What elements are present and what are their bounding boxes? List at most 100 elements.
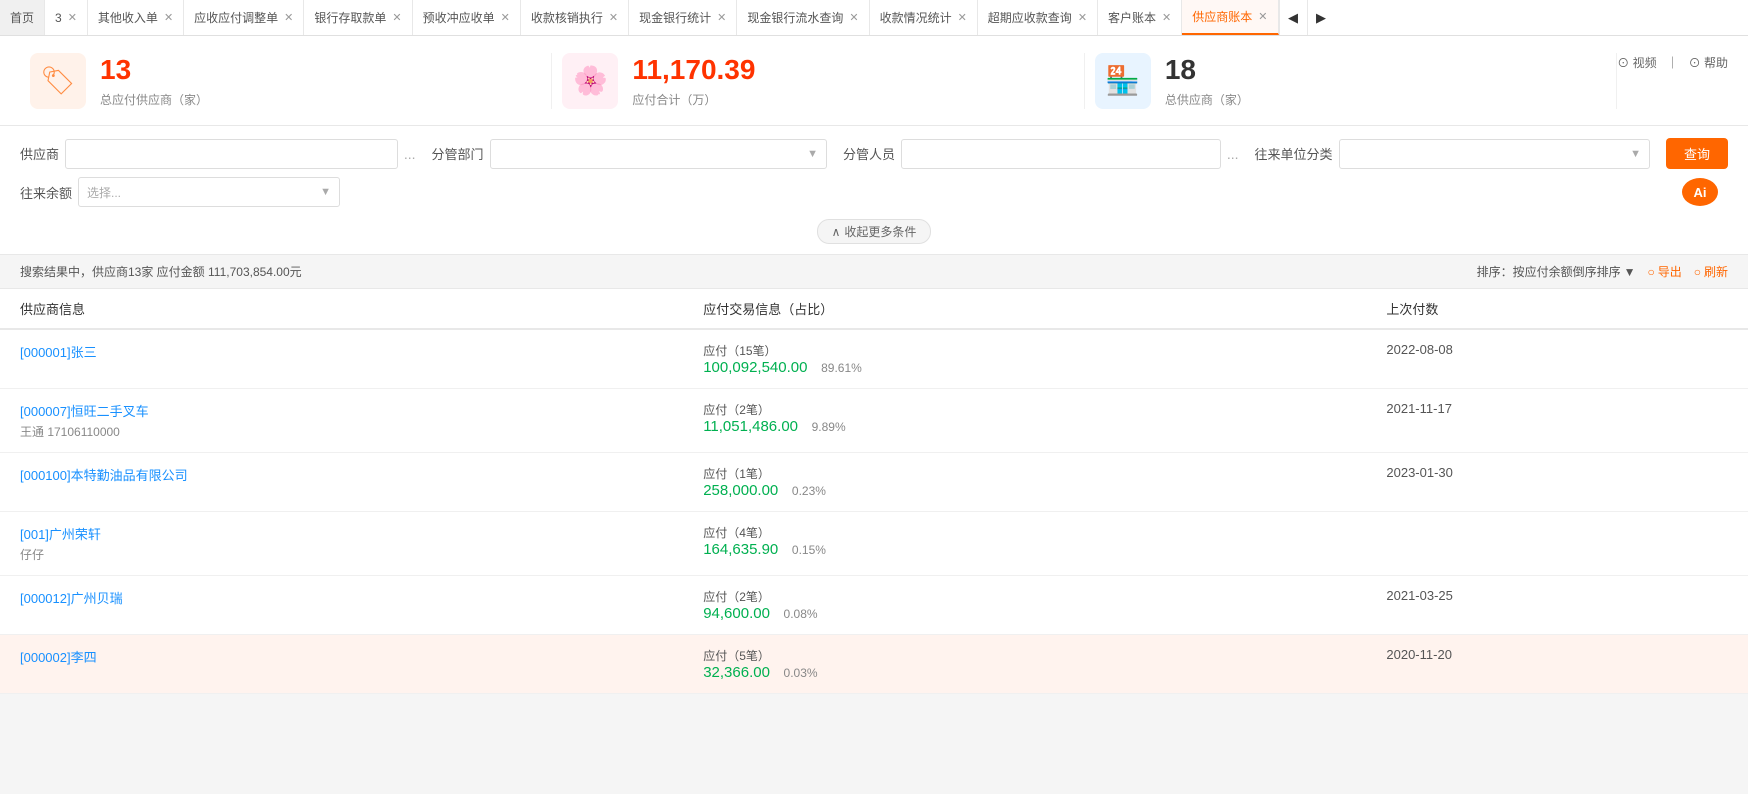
tx-pct: 0.03%	[784, 666, 818, 680]
filter-row-1: 供应商 ... 分管部门 ▼ 分管人员 ... 往来单位分类 ▼ 查询	[20, 138, 1728, 169]
filter-area: 供应商 ... 分管部门 ▼ 分管人员 ... 往来单位分类 ▼ 查询 往来余额	[0, 126, 1748, 255]
nav-tab-cash-flow[interactable]: 现金银行流水查询 ✕	[737, 0, 869, 35]
nav-tab-advance-close[interactable]: ✕	[501, 11, 510, 24]
balance-placeholder: 选择...	[87, 184, 121, 201]
nav-tab-supplier-ledger[interactable]: 供应商账本 ✕	[1182, 0, 1278, 35]
nav-tab-ar-adjust-label: 应收应付调整单	[194, 9, 278, 26]
nav-tab-cash-bank-stat[interactable]: 现金银行统计 ✕	[629, 0, 737, 35]
filter-balance: 往来余额 选择... ▼	[20, 177, 340, 207]
table-row: [000001]张三 应付（15笔） 100,092,540.00 89.61%…	[0, 330, 1748, 389]
supplier-link[interactable]: [000100]本特勤油品有限公司	[20, 468, 188, 483]
nav-tab-ar-adjust[interactable]: 应收应付调整单 ✕	[184, 0, 304, 35]
supplier-name-cell: [000007]恒旺二手叉车 王通 17106110000	[20, 401, 703, 440]
nav-tab-cash-flow-close[interactable]: ✕	[849, 11, 858, 24]
nav-tab-other-income[interactable]: 其他收入单 ✕	[88, 0, 184, 35]
help-link[interactable]: ⊙ 帮助	[1689, 54, 1728, 71]
table-row: [000100]本特勤油品有限公司 应付（1笔） 258,000.00 0.23…	[0, 453, 1748, 512]
nav-tab-cash-bank-stat-label: 现金银行统计	[639, 9, 711, 26]
nav-tab-supplier-ledger-close[interactable]: ✕	[1258, 10, 1267, 23]
supplier-link[interactable]: [001]广州荣轩	[20, 527, 101, 542]
person-input[interactable]	[901, 139, 1221, 169]
sort-button[interactable]: 排序：按应付余额倒序排序 ▼	[1477, 263, 1636, 280]
supplier-link[interactable]: [000002]李四	[20, 650, 97, 665]
tx-info-cell: 应付（15笔） 100,092,540.00 89.61%	[703, 342, 1386, 376]
tx-pct: 0.15%	[792, 543, 826, 557]
refresh-button[interactable]: ○ 刷新	[1694, 263, 1728, 280]
supplier-input[interactable]	[65, 139, 398, 169]
tx-amount[interactable]: 11,051,486.00	[703, 418, 798, 435]
nav-tab-customer-ledger-close[interactable]: ✕	[1162, 11, 1171, 24]
supplier-label: 供应商	[20, 144, 59, 163]
sort-label: 排序：按应付余额倒序排序	[1477, 263, 1621, 280]
refresh-label: 刷新	[1704, 263, 1728, 280]
nav-tab-3[interactable]: 3 ✕	[45, 0, 88, 35]
tx-title: 应付（1笔）	[703, 465, 1386, 482]
collapse-label: 收起更多条件	[844, 223, 916, 240]
table-area: 供应商信息 应付交易信息（占比） 上次付数 [000001]张三 应付（15笔）…	[0, 289, 1748, 694]
video-link[interactable]: ⊙ 视频	[1617, 54, 1656, 71]
person-dots[interactable]: ...	[1227, 146, 1239, 162]
nav-next-arrow[interactable]: ▶	[1307, 0, 1335, 36]
balance-select-arrow: ▼	[320, 186, 331, 198]
collapse-bar: ∧ 收起更多条件	[20, 215, 1728, 246]
nav-tab-ar-adjust-close[interactable]: ✕	[284, 11, 293, 24]
tx-amount[interactable]: 32,366.00	[703, 664, 770, 681]
supplier-dots[interactable]: ...	[404, 146, 416, 162]
summary-card-total-suppliers: 🏪 18 总供应商（家）	[1085, 53, 1617, 109]
nav-tab-3-close[interactable]: ✕	[68, 11, 77, 24]
nav-tab-bank-deposit-label: 银行存取款单	[314, 9, 386, 26]
filter-person: 分管人员 ...	[843, 139, 1239, 169]
supplier-name-cell: [000001]张三	[20, 342, 703, 361]
nav-tab-3-label: 3	[55, 11, 62, 25]
col-header-supplier: 供应商信息	[20, 299, 703, 318]
last-pay-cell: 2021-11-17	[1386, 401, 1728, 416]
nav-tab-other-income-close[interactable]: ✕	[164, 11, 173, 24]
last-pay-cell: 2020-11-20	[1386, 647, 1728, 662]
nav-tab-customer-ledger[interactable]: 客户账本 ✕	[1098, 0, 1182, 35]
tx-amount[interactable]: 258,000.00	[703, 482, 778, 499]
payable-suppliers-content: 13 总应付供应商（家）	[100, 53, 208, 108]
total-suppliers-num: 18	[1165, 53, 1249, 87]
payable-total-content: 11,170.39 应付合计（万）	[632, 53, 755, 108]
last-pay-cell: 2021-03-25	[1386, 588, 1728, 603]
nav-tab-supplier-ledger-label: 供应商账本	[1192, 8, 1252, 25]
collapse-icon: ∧	[832, 225, 841, 239]
supplier-link[interactable]: [000007]恒旺二手叉车	[20, 404, 149, 419]
nav-tab-verify[interactable]: 收款核销执行 ✕	[521, 0, 629, 35]
supplier-sub: 仔仔	[20, 546, 703, 563]
person-label: 分管人员	[843, 144, 895, 163]
tx-info-cell: 应付（4笔） 164,635.90 0.15%	[703, 524, 1386, 558]
nav-tab-overdue-close[interactable]: ✕	[1078, 11, 1087, 24]
balance-select[interactable]: 选择... ▼	[78, 177, 340, 207]
category-select[interactable]: ▼	[1339, 139, 1650, 169]
tx-amount[interactable]: 94,600.00	[703, 605, 770, 622]
supplier-link[interactable]: [000012]广州贝瑞	[20, 591, 123, 606]
tx-amount[interactable]: 164,635.90	[703, 541, 778, 558]
nav-tab-home[interactable]: 首页	[0, 0, 45, 35]
nav-tab-receipt-stat[interactable]: 收款情况统计 ✕	[870, 0, 978, 35]
supplier-name-cell: [000100]本特勤油品有限公司	[20, 465, 703, 484]
last-pay-cell: 2023-01-30	[1386, 465, 1728, 480]
nav-tab-bank-deposit-close[interactable]: ✕	[392, 11, 401, 24]
export-button[interactable]: ○ 导出	[1647, 263, 1681, 280]
nav-tab-verify-close[interactable]: ✕	[609, 11, 618, 24]
nav-tab-advance[interactable]: 预收冲应收单 ✕	[413, 0, 521, 35]
top-right-links: ⊙ 视频 ｜ ⊙ 帮助	[1617, 50, 1728, 71]
nav-tab-overdue[interactable]: 超期应收款查询 ✕	[978, 0, 1098, 35]
supplier-name-cell: [001]广州荣轩 仔仔	[20, 524, 703, 563]
table-header: 供应商信息 应付交易信息（占比） 上次付数	[0, 289, 1748, 330]
supplier-link[interactable]: [000001]张三	[20, 345, 97, 360]
nav-prev-arrow[interactable]: ◀	[1279, 0, 1307, 36]
tx-pct: 0.08%	[784, 607, 818, 621]
ai-badge[interactable]: Ai	[1682, 178, 1718, 206]
nav-tab-bank-deposit[interactable]: 银行存取款单 ✕	[304, 0, 412, 35]
collapse-button[interactable]: ∧ 收起更多条件	[817, 219, 932, 244]
nav-tab-advance-label: 预收冲应收单	[423, 9, 495, 26]
nav-tab-receipt-stat-close[interactable]: ✕	[958, 11, 967, 24]
dept-select[interactable]: ▼	[490, 139, 827, 169]
tx-amount[interactable]: 100,092,540.00	[703, 359, 807, 376]
nav-tab-receipt-stat-label: 收款情况统计	[880, 9, 952, 26]
query-button[interactable]: 查询	[1666, 138, 1728, 169]
nav-tab-cash-bank-stat-close[interactable]: ✕	[717, 11, 726, 24]
tx-title: 应付（15笔）	[703, 342, 1386, 359]
